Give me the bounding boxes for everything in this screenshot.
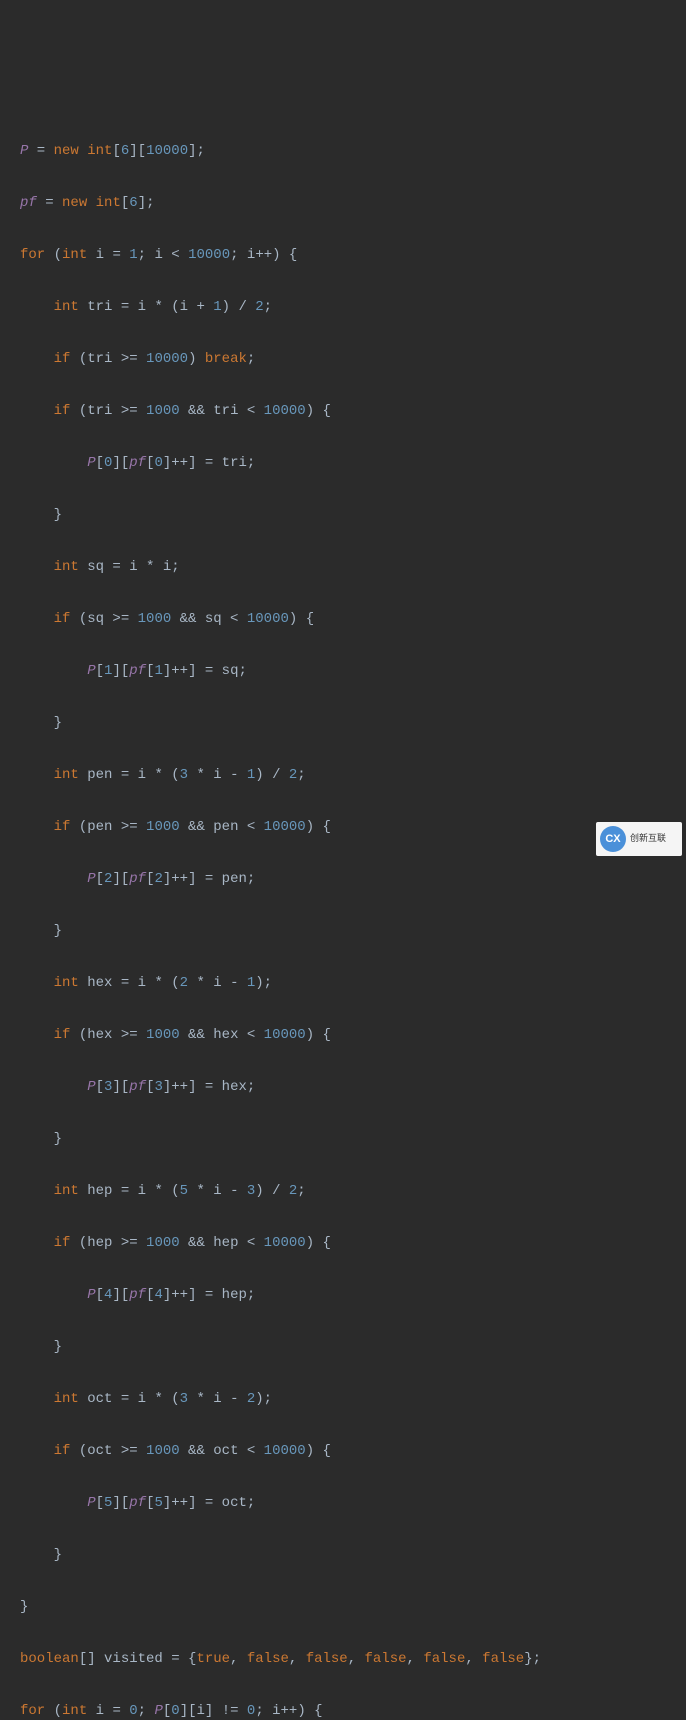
- code-line: }: [20, 502, 686, 528]
- code-line: P[3][pf[3]++] = hex;: [20, 1074, 686, 1100]
- code-line: for (int i = 1; i < 10000; i++) {: [20, 242, 686, 268]
- code-line: if (pen >= 1000 && pen < 10000) {: [20, 814, 686, 840]
- code-line: P[5][pf[5]++] = oct;: [20, 1490, 686, 1516]
- code-line: if (tri >= 10000) break;: [20, 346, 686, 372]
- code-block: P = new int[6][10000]; pf = new int[6]; …: [20, 112, 686, 1720]
- code-line: P[1][pf[1]++] = sq;: [20, 658, 686, 684]
- code-line: int pen = i * (3 * i - 1) / 2;: [20, 762, 686, 788]
- code-line: int oct = i * (3 * i - 2);: [20, 1386, 686, 1412]
- code-line: int hex = i * (2 * i - 1);: [20, 970, 686, 996]
- logo-icon: CX: [600, 826, 626, 852]
- code-line: int hep = i * (5 * i - 3) / 2;: [20, 1178, 686, 1204]
- code-line: int tri = i * (i + 1) / 2;: [20, 294, 686, 320]
- code-line: P[2][pf[2]++] = pen;: [20, 866, 686, 892]
- code-line: P[4][pf[4]++] = hep;: [20, 1282, 686, 1308]
- logo-text: 创新互联: [630, 834, 666, 844]
- code-line: pf = new int[6];: [20, 190, 686, 216]
- code-line: }: [20, 1542, 686, 1568]
- code-line: }: [20, 710, 686, 736]
- code-line: P[0][pf[0]++] = tri;: [20, 450, 686, 476]
- code-line: for (int i = 0; P[0][i] != 0; i++) {: [20, 1698, 686, 1720]
- code-line: }: [20, 1334, 686, 1360]
- field-pf: pf: [20, 195, 37, 211]
- code-line: if (tri >= 1000 && tri < 10000) {: [20, 398, 686, 424]
- code-line: int sq = i * i;: [20, 554, 686, 580]
- code-line: if (sq >= 1000 && sq < 10000) {: [20, 606, 686, 632]
- watermark-logo: CX 创新互联: [596, 822, 682, 856]
- code-line: }: [20, 1594, 686, 1620]
- code-line: }: [20, 1126, 686, 1152]
- code-line: boolean[] visited = {true, false, false,…: [20, 1646, 686, 1672]
- code-line: if (hep >= 1000 && hep < 10000) {: [20, 1230, 686, 1256]
- code-line: if (hex >= 1000 && hex < 10000) {: [20, 1022, 686, 1048]
- code-line: if (oct >= 1000 && oct < 10000) {: [20, 1438, 686, 1464]
- code-line: P = new int[6][10000];: [20, 138, 686, 164]
- code-line: }: [20, 918, 686, 944]
